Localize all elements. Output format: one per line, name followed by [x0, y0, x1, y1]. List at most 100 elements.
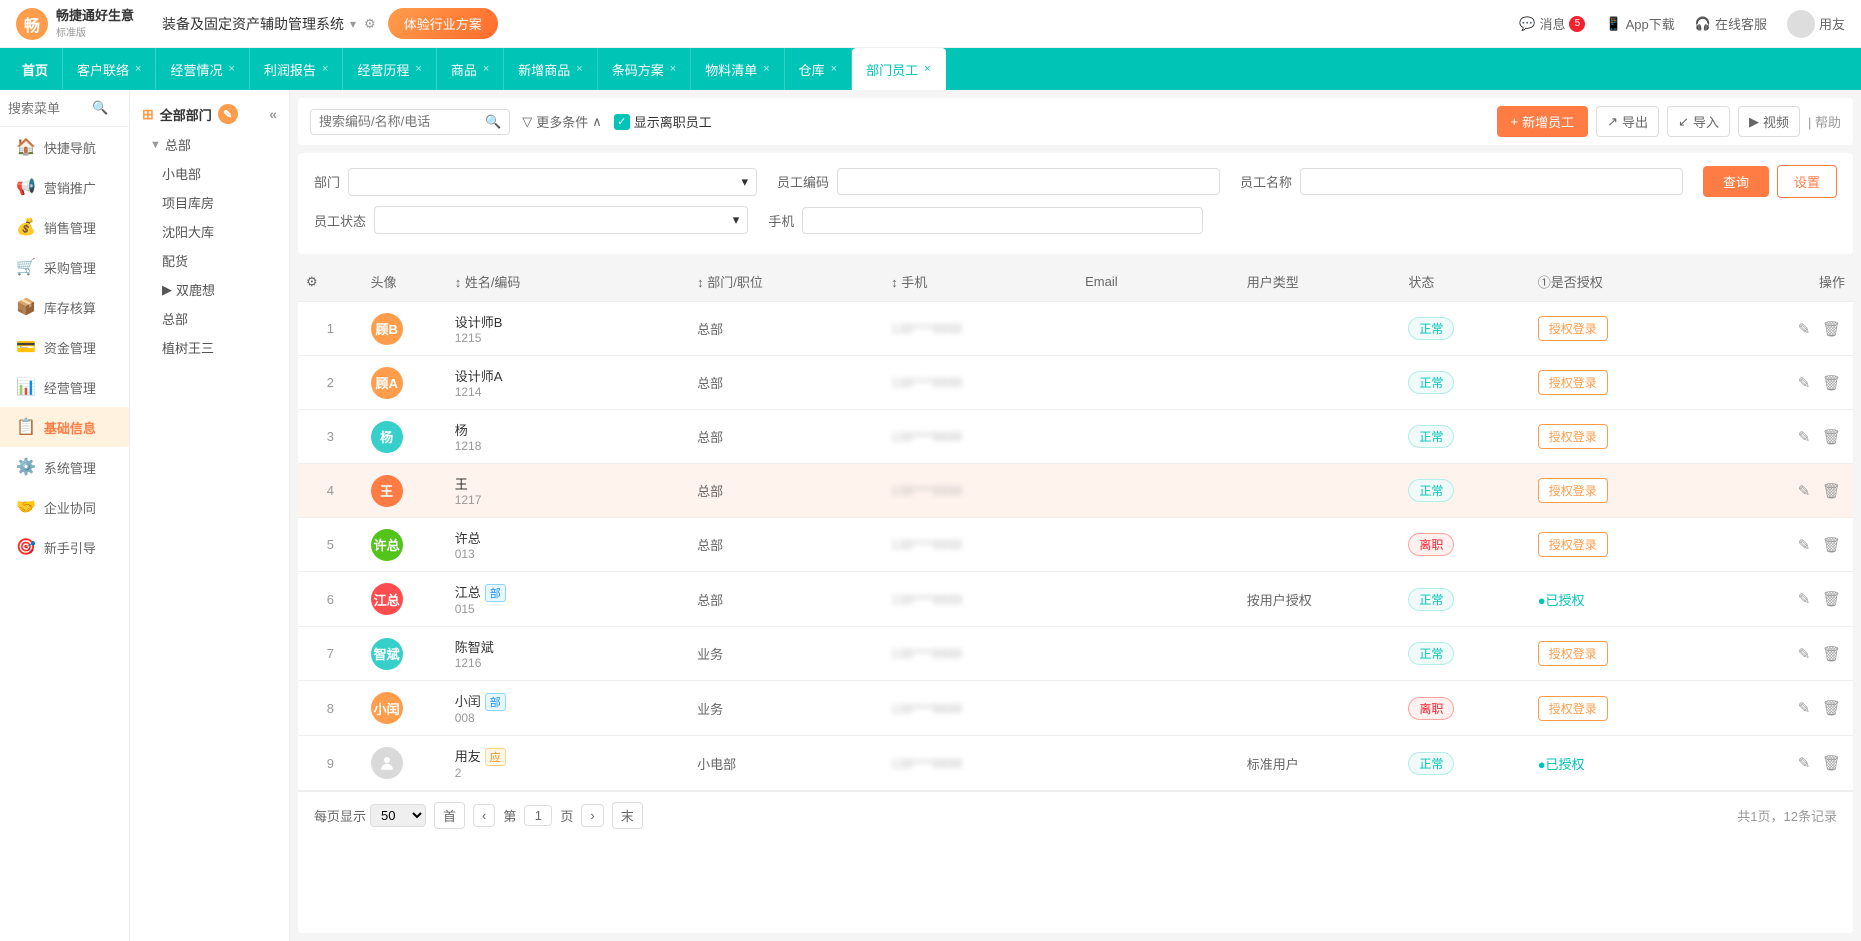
tab-business-history[interactable]: 经营历程 ×: [343, 48, 436, 90]
app-download-item[interactable]: 📱 App下载: [1605, 14, 1674, 33]
sidebar-item-system[interactable]: ⚙️ 系统管理: [0, 447, 129, 487]
dept-node-headquarters[interactable]: ▼ 总部: [130, 130, 289, 159]
close-icon[interactable]: ×: [135, 63, 141, 75]
auth-cell[interactable]: ●已授权: [1530, 736, 1724, 791]
sidebar-search-input[interactable]: [8, 101, 88, 116]
status-select[interactable]: ▾: [374, 206, 748, 234]
tab-bom[interactable]: 物料清单 ×: [691, 48, 784, 90]
video-button[interactable]: ▶ 视频: [1738, 106, 1800, 137]
edit-button[interactable]: ✎: [1794, 643, 1815, 665]
message-item[interactable]: 💬 消息 5: [1519, 14, 1585, 33]
last-page-button[interactable]: 末: [612, 802, 643, 829]
more-filter-btn[interactable]: ▽ 更多条件 ∧: [522, 112, 602, 131]
sidebar-item-finance[interactable]: 💳 资金管理: [0, 327, 129, 367]
sidebar-item-marketing[interactable]: 📢 营销推广: [0, 167, 129, 207]
dropdown-arrow-icon[interactable]: ▾: [350, 17, 356, 31]
add-employee-button[interactable]: + 新增员工: [1497, 106, 1589, 137]
sidebar-item-sales[interactable]: 💰 销售管理: [0, 207, 129, 247]
col-phone-header[interactable]: ↕ 手机: [883, 262, 1077, 302]
help-button[interactable]: | 帮助: [1808, 112, 1841, 131]
close-icon[interactable]: ×: [228, 63, 234, 75]
auth-cell[interactable]: 授权登录: [1530, 464, 1724, 518]
edit-button[interactable]: ✎: [1794, 426, 1815, 448]
phone-input[interactable]: [802, 207, 1202, 234]
delete-button[interactable]: 🗑: [1818, 752, 1845, 774]
close-icon[interactable]: ×: [763, 63, 769, 75]
dept-select[interactable]: ▾: [348, 168, 757, 196]
authorize-button[interactable]: 授权登录: [1538, 641, 1608, 666]
edit-button[interactable]: ✎: [1794, 318, 1815, 340]
authorize-button[interactable]: 授权登录: [1538, 370, 1608, 395]
auth-cell[interactable]: 授权登录: [1530, 410, 1724, 464]
delete-button[interactable]: 🗑: [1818, 588, 1845, 610]
tab-home[interactable]: 首页: [8, 48, 63, 90]
close-icon[interactable]: ×: [924, 63, 930, 75]
delete-button[interactable]: 🗑: [1818, 426, 1845, 448]
sidebar-item-biz[interactable]: 📊 经营管理: [0, 367, 129, 407]
auth-cell[interactable]: 授权登录: [1530, 627, 1724, 681]
trial-button[interactable]: 体验行业方案: [388, 8, 498, 39]
sidebar-item-inventory[interactable]: 📦 库存核算: [0, 287, 129, 327]
auth-cell[interactable]: 授权登录: [1530, 518, 1724, 572]
dept-node-zongbu[interactable]: 总部: [142, 304, 289, 333]
search-button[interactable]: 查询: [1703, 166, 1769, 197]
auth-cell[interactable]: 授权登录: [1530, 302, 1724, 356]
sidebar-item-purchase[interactable]: 🛒 采购管理: [0, 247, 129, 287]
dept-node-xdb[interactable]: 小电部: [142, 159, 289, 188]
sidebar-item-nav[interactable]: 🏠 快捷导航: [0, 127, 129, 167]
edit-button[interactable]: ✎: [1794, 752, 1815, 774]
edit-button[interactable]: ✎: [1794, 534, 1815, 556]
authorize-button[interactable]: 授权登录: [1538, 316, 1608, 341]
tab-dept-employee[interactable]: 部门员工 ×: [852, 48, 945, 90]
tab-barcode[interactable]: 条码方案 ×: [598, 48, 691, 90]
close-icon[interactable]: ×: [576, 63, 582, 75]
sidebar-item-collab[interactable]: 🤝 企业协同: [0, 487, 129, 527]
tab-add-goods[interactable]: 新增商品 ×: [504, 48, 597, 90]
close-icon[interactable]: ×: [322, 63, 328, 75]
edit-button[interactable]: ✎: [1794, 480, 1815, 502]
col-dept-header[interactable]: ↕ 部门/职位: [689, 262, 883, 302]
close-icon[interactable]: ×: [831, 63, 837, 75]
dept-node-distribution[interactable]: 配货: [142, 246, 289, 275]
delete-button[interactable]: 🗑: [1818, 697, 1845, 719]
dept-node-shuanglu[interactable]: ▶ 双鹿想: [142, 275, 289, 304]
authorize-button[interactable]: 授权登录: [1538, 532, 1608, 557]
import-button[interactable]: ↙ 导入: [1667, 106, 1730, 137]
edit-button[interactable]: ✎: [1794, 372, 1815, 394]
sidebar-item-basic[interactable]: 📋 基础信息: [0, 407, 129, 447]
tab-warehouse[interactable]: 仓库 ×: [785, 48, 852, 90]
authorize-button[interactable]: 授权登录: [1538, 424, 1608, 449]
col-settings[interactable]: ⚙: [298, 262, 363, 302]
show-resign-toggle[interactable]: ✓ 显示离职员工: [614, 112, 712, 131]
delete-button[interactable]: 🗑: [1818, 643, 1845, 665]
edit-button[interactable]: ✎: [1794, 697, 1815, 719]
export-button[interactable]: ↗ 导出: [1596, 106, 1659, 137]
setting-button[interactable]: 设置: [1777, 165, 1837, 198]
auth-cell[interactable]: 授权登录: [1530, 681, 1724, 736]
search-input[interactable]: [319, 114, 479, 129]
collapse-icon[interactable]: «: [269, 106, 277, 122]
dept-edit-icon[interactable]: ✎: [218, 104, 238, 124]
tab-operation[interactable]: 经营情况 ×: [156, 48, 249, 90]
delete-button[interactable]: 🗑: [1818, 534, 1845, 556]
settings-icon[interactable]: ⚙: [364, 16, 376, 32]
first-page-button[interactable]: 首: [434, 802, 465, 829]
authorize-button[interactable]: 授权登录: [1538, 478, 1608, 503]
close-icon[interactable]: ×: [670, 63, 676, 75]
col-name-header[interactable]: ↕ 姓名/编码: [447, 262, 689, 302]
online-service-item[interactable]: 🎧 在线客服: [1695, 14, 1767, 33]
dept-node-zhishu[interactable]: 植树王三: [142, 333, 289, 362]
dept-node-shenyang[interactable]: 沈阳大库: [142, 217, 289, 246]
user-item[interactable]: 用友: [1787, 10, 1845, 38]
close-icon[interactable]: ×: [415, 63, 421, 75]
auth-cell[interactable]: 授权登录: [1530, 356, 1724, 410]
delete-button[interactable]: 🗑: [1818, 372, 1845, 394]
dept-node-project[interactable]: 项目库房: [142, 188, 289, 217]
emp-code-input[interactable]: [837, 168, 1220, 195]
emp-name-input[interactable]: [1300, 168, 1683, 195]
tab-goods[interactable]: 商品 ×: [437, 48, 504, 90]
sidebar-item-guide[interactable]: 🎯 新手引导: [0, 527, 129, 567]
close-icon[interactable]: ×: [483, 63, 489, 75]
prev-page-button[interactable]: ‹: [473, 804, 495, 827]
per-page-select[interactable]: 50 100: [370, 804, 426, 827]
